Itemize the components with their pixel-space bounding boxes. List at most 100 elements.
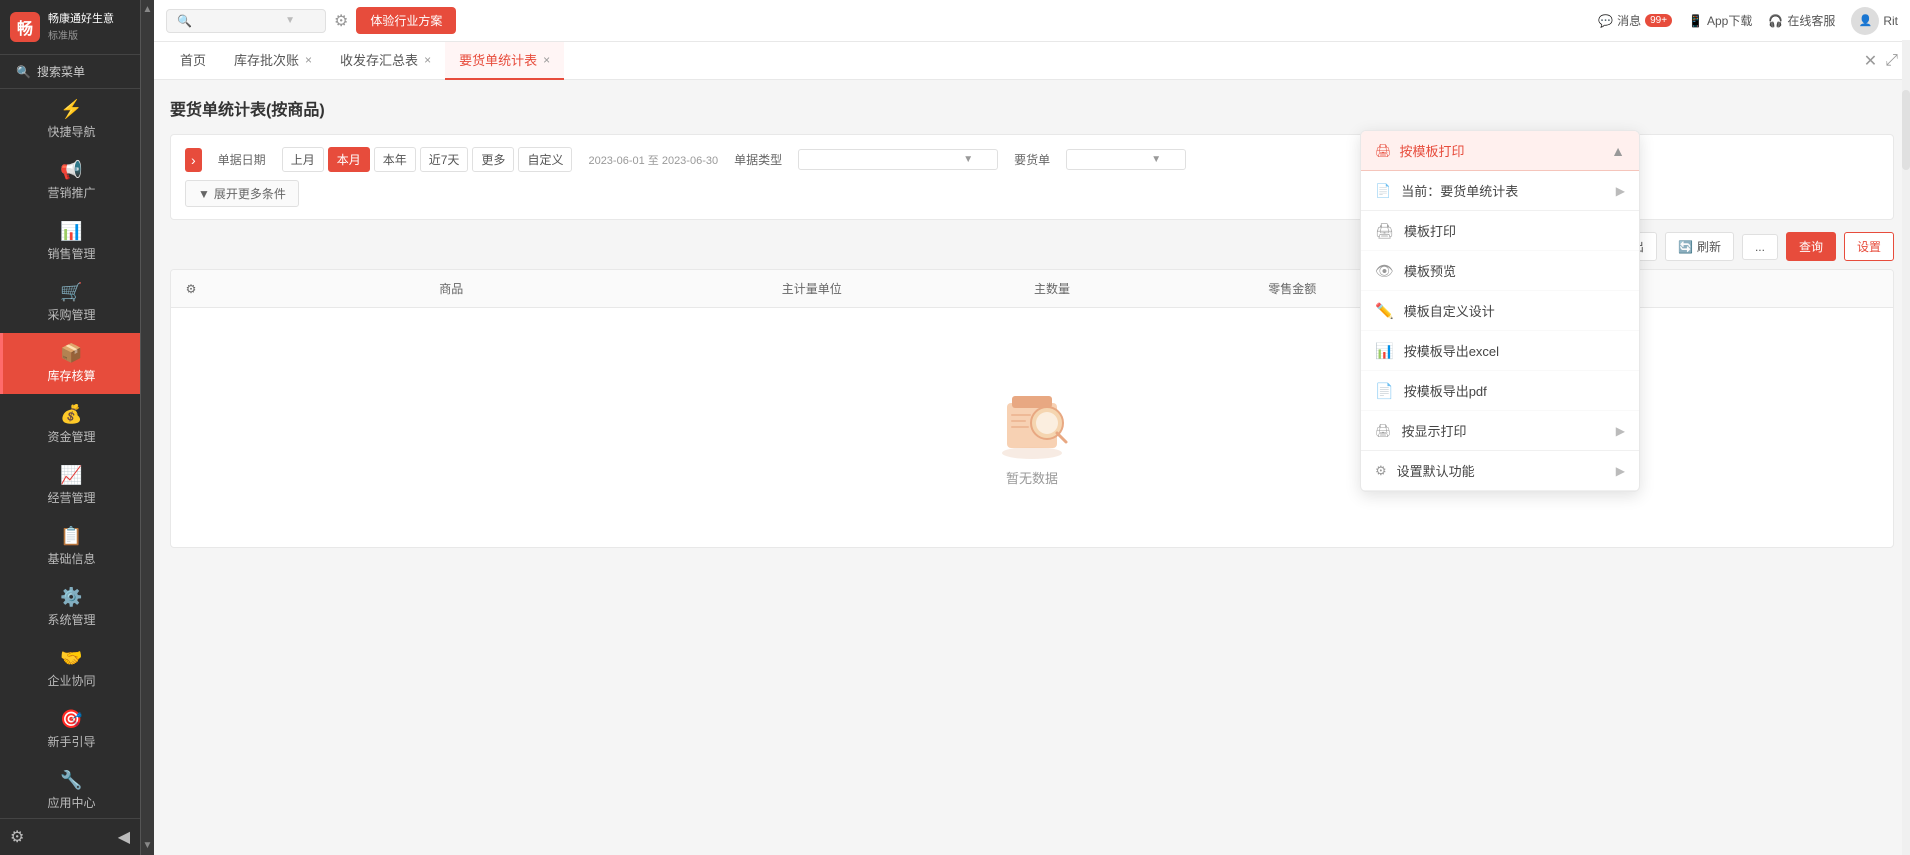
dropdown-current-item[interactable]: 📄 当前：要货单统计表 ▶ [1361,171,1639,211]
template-print-icon: 🖨 [1375,222,1394,240]
dropdown-close-icon[interactable]: ▲ [1611,143,1625,159]
sidebar: 畅 畅康通好生意 标准版 🔍 搜索菜单 ⚡ 快捷导航 📢 营销推广 📊 销售管理… [0,0,140,855]
th-settings[interactable]: ⚙ [171,282,211,296]
display-print-label: 按显示打印 [1402,421,1467,440]
tab-receipt-summary[interactable]: 收发存汇总表 × [326,42,445,80]
order-type-select[interactable]: ▼ [798,149,998,170]
date-btn-this-year[interactable]: 本年 [374,147,416,172]
sidebar-item-quick-nav[interactable]: ⚡ 快捷导航 [0,89,140,150]
tab-inventory-batch-close[interactable]: × [305,53,312,67]
dropdown-item-template-print[interactable]: 🖨 模板打印 [1361,211,1639,251]
topbar-dropdown-icon: ▼ [285,15,295,26]
display-print-arrow-icon: ▶ [1616,424,1625,438]
dropdown-display-print[interactable]: 🖨 按显示打印 ▶ [1361,411,1639,451]
expand-conditions-button[interactable]: ▼ 展开更多条件 [185,180,299,207]
sidebar-item-finance[interactable]: 💰 资金管理 [0,394,140,455]
sidebar-item-label: 库存核算 [47,367,95,384]
date-btn-last-month[interactable]: 上月 [282,147,324,172]
quick-nav-icon: ⚡ [60,99,82,120]
date-filter-label: 单据日期 [218,151,266,168]
right-scrollbar[interactable] [1902,40,1910,855]
dropdown-print-icon: 🖨 [1375,143,1392,159]
sidebar-item-label: 采购管理 [47,306,95,323]
message-item[interactable]: 💬 消息 99+ [1598,12,1672,29]
tab-close-all-icon[interactable]: ✕ [1864,51,1877,71]
online-service-item[interactable]: 🎧 在线客服 [1768,12,1835,29]
sidebar-item-inventory[interactable]: 📦 库存核算 [0,333,140,394]
sidebar-item-sales[interactable]: 📊 销售管理 [0,211,140,272]
sidebar-item-basic[interactable]: 📋 基础信息 [0,516,140,577]
default-func-icon: ⚙ [1375,463,1387,479]
refresh-button[interactable]: 🔄 刷新 [1665,232,1734,261]
order-type-label: 单据类型 [734,151,782,168]
topbar-left: 🔍 ▼ ⚙ 体验行业方案 [166,7,456,34]
sidebar-item-label: 经营管理 [47,489,95,506]
tab-order-stats[interactable]: 要货单统计表 × [445,42,564,80]
sidebar-item-label: 企业协同 [47,672,95,689]
tab-order-stats-label: 要货单统计表 [459,50,537,69]
dropdown-item-template-preview[interactable]: 👁 模板预览 [1361,251,1639,291]
default-func-label: 设置默认功能 [1397,461,1475,480]
scroll-down-icon[interactable]: ▼ [143,840,153,851]
online-service-label: 在线客服 [1787,12,1835,29]
scrollbar-thumb[interactable] [1902,90,1910,170]
sidebar-item-enterprise[interactable]: 🤝 企业协同 [0,638,140,699]
date-range-display: 2023-06-01 至 2023-06-30 [588,152,718,168]
current-label: 当前：要货单统计表 [1401,181,1518,200]
tab-receipt-summary-label: 收发存汇总表 [340,50,418,69]
sidebar-item-operation[interactable]: 📈 经营管理 [0,455,140,516]
date-btn-last-7days[interactable]: 近7天 [420,147,469,172]
topbar-gear-icon[interactable]: ⚙ [334,11,348,31]
empty-illustration [982,368,1082,468]
sidebar-search[interactable]: 🔍 搜索菜单 [0,55,140,89]
dropdown-item-template-custom[interactable]: ✏️ 模板自定义设计 [1361,291,1639,331]
setting-button[interactable]: 设置 [1844,232,1894,261]
settings-icon[interactable]: ⚙ [10,827,24,847]
sidebar-item-purchase[interactable]: 🛒 采购管理 [0,272,140,333]
dropdown-default-func[interactable]: ⚙ 设置默认功能 ▶ [1361,451,1639,491]
date-btn-custom[interactable]: 自定义 [518,147,572,172]
tab-home[interactable]: 首页 [166,42,220,80]
print-dropdown-menu: 🖨 按模板打印 ▲ 📄 当前：要货单统计表 ▶ 🖨 模板打印 👁 模板预览 ✏️… [1360,130,1640,492]
date-btn-more[interactable]: 更多 [472,147,514,172]
order-goods-arrow-icon: ▼ [1151,154,1161,165]
sidebar-item-guide[interactable]: 🎯 新手引导 [0,699,140,760]
service-icon: 🎧 [1768,14,1783,28]
dropdown-item-template-pdf[interactable]: 📄 按模板导出pdf [1361,371,1639,411]
template-excel-icon: 📊 [1375,342,1394,360]
filter-toggle-btn[interactable]: › [185,148,202,172]
refresh-icon: 🔄 [1678,240,1693,254]
sidebar-item-app-center[interactable]: 🔧 应用中心 [0,760,140,818]
empty-text: 暂无数据 [1006,468,1058,487]
display-print-left: 🖨 按显示打印 [1375,421,1467,440]
order-goods-select[interactable]: ▼ [1066,149,1186,170]
template-custom-icon: ✏️ [1375,302,1394,320]
sidebar-scrollbar: ▲ ▼ [140,0,154,855]
enterprise-icon: 🤝 [60,648,82,669]
dropdown-item-template-excel[interactable]: 📊 按模板导出excel [1361,331,1639,371]
sidebar-item-label: 快捷导航 [47,123,95,140]
date-btn-this-month[interactable]: 本月 [328,147,370,172]
message-label: 消息 [1617,12,1641,29]
more-button[interactable]: ... [1742,234,1778,260]
sidebar-item-marketing[interactable]: 📢 营销推广 [0,150,140,211]
collapse-icon[interactable]: ◀ [118,827,130,847]
tab-expand-icon[interactable]: ⤢ [1885,52,1898,70]
tab-order-stats-close[interactable]: × [543,53,550,67]
query-button[interactable]: 查询 [1786,232,1836,261]
message-badge: 99+ [1645,14,1672,27]
system-icon: ⚙️ [60,587,82,608]
tab-receipt-summary-close[interactable]: × [424,53,431,67]
sidebar-item-system[interactable]: ⚙️ 系统管理 [0,577,140,638]
tab-home-label: 首页 [180,50,206,69]
tab-inventory-batch[interactable]: 库存批次账 × [220,42,326,80]
main-content: 🔍 ▼ ⚙ 体验行业方案 💬 消息 99+ 📱 App下载 🎧 在线客服 [154,0,1910,855]
scroll-up-icon[interactable]: ▲ [143,4,153,15]
marketing-icon: 📢 [60,160,82,181]
topbar-right: 💬 消息 99+ 📱 App下载 🎧 在线客服 👤 Rit [1598,7,1898,35]
avatar: 👤 [1851,7,1879,35]
app-download-item[interactable]: 📱 App下载 [1688,12,1752,29]
user-avatar-item[interactable]: 👤 Rit [1851,7,1898,35]
industry-solution-button[interactable]: 体验行业方案 [356,7,456,34]
finance-icon: 💰 [60,404,82,425]
